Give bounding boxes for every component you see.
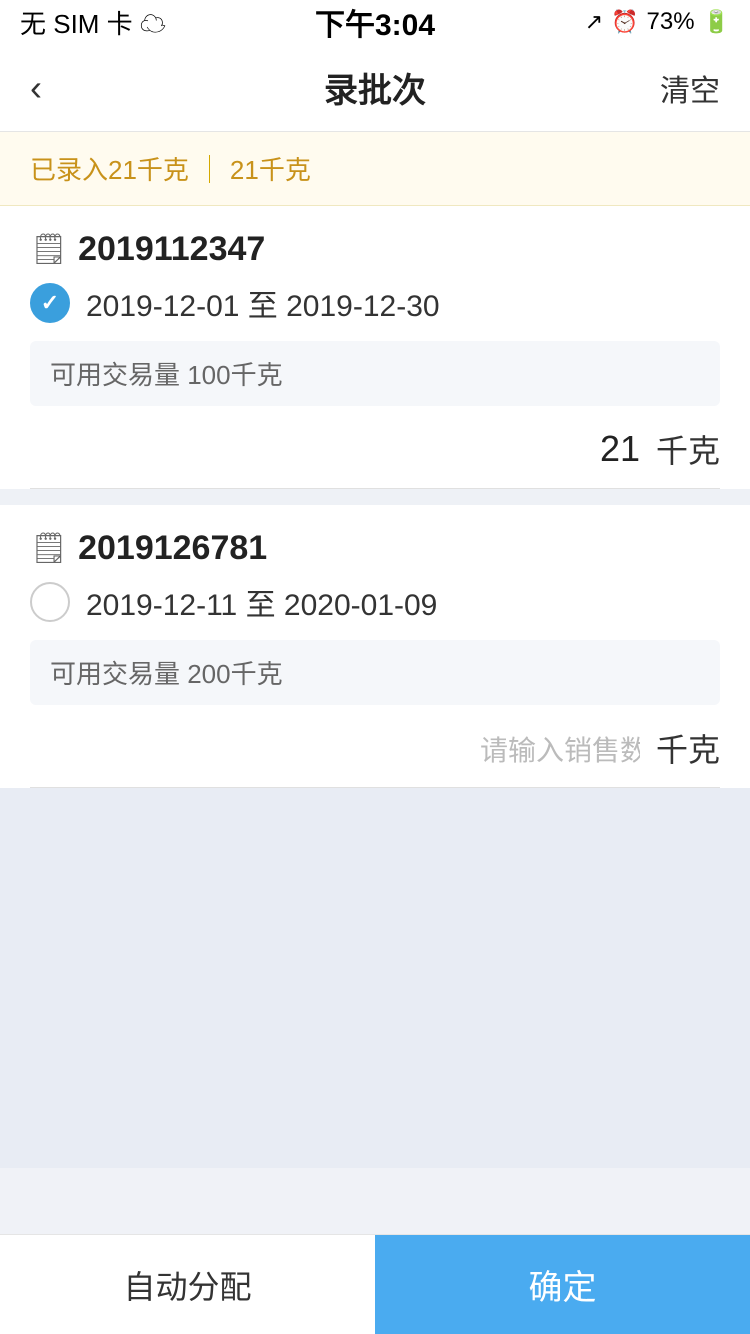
unit-label-2: 千克 xyxy=(656,725,720,771)
auto-distribute-button[interactable]: 自动分配 xyxy=(0,1235,375,1334)
info-divider xyxy=(209,155,210,183)
battery-label: 73% xyxy=(647,8,695,36)
doc-icon-1: 🗒 xyxy=(30,232,68,267)
info-banner: 已录入21千克 21千克 xyxy=(0,132,750,206)
batch-id-1: 2019112347 xyxy=(78,230,265,269)
batch-input-row-2: 千克 xyxy=(30,705,720,787)
battery-icon: 🔋 xyxy=(703,9,730,35)
batch-id-2: 2019126781 xyxy=(78,529,267,568)
footer: 自动分配 确定 xyxy=(0,1234,750,1334)
confirm-button[interactable]: 确定 xyxy=(375,1235,750,1334)
batch-header-2: 🗒 2019126781 xyxy=(30,529,720,568)
info-total: 21千克 xyxy=(230,150,311,187)
nav-bar: ‹ 录批次 清空 xyxy=(0,44,750,132)
radio-1[interactable] xyxy=(30,283,70,323)
batch-avail-2: 可用交易量 200千克 xyxy=(30,640,720,705)
batch-item-1: 🗒 2019112347 2019-12-01 至 2019-12-30 可用交… xyxy=(0,206,750,489)
batch-header-1: 🗒 2019112347 xyxy=(30,230,720,269)
content-wrap: 🗒 2019112347 2019-12-01 至 2019-12-30 可用交… xyxy=(0,206,750,1268)
alarm-icon: ⏰ xyxy=(611,9,638,35)
batch-date-2: 2019-12-11 至 2020-01-09 xyxy=(86,580,437,624)
batch-avail-1: 可用交易量 100千克 xyxy=(30,341,720,406)
batch-date-row-1: 2019-12-01 至 2019-12-30 xyxy=(30,281,720,325)
status-bar: 无 SIM 卡 ☁ 下午3:04 ↗ ⏰ 73% 🔋 xyxy=(0,0,750,44)
status-left: 无 SIM 卡 ☁ xyxy=(20,4,166,41)
radio-2[interactable] xyxy=(30,582,70,622)
batch-item-2: 🗒 2019126781 2019-12-11 至 2020-01-09 可用交… xyxy=(0,505,750,788)
batch-quantity-input-1[interactable] xyxy=(480,428,640,470)
sim-label: 无 SIM 卡 ☁ xyxy=(20,4,166,41)
location-icon: ↗ xyxy=(585,9,603,35)
clear-button[interactable]: 清空 xyxy=(660,66,720,110)
batch-date-row-2: 2019-12-11 至 2020-01-09 xyxy=(30,580,720,624)
doc-icon-2: 🗒 xyxy=(30,531,68,566)
status-time: 下午3:04 xyxy=(315,0,435,44)
batch-date-1: 2019-12-01 至 2019-12-30 xyxy=(86,281,440,325)
back-button[interactable]: ‹ xyxy=(30,67,42,109)
batch-input-row-1: 千克 xyxy=(30,406,720,488)
section-sep-1 xyxy=(0,489,750,505)
status-right: ↗ ⏰ 73% 🔋 xyxy=(585,8,730,36)
page-title: 录批次 xyxy=(324,63,426,112)
unit-label-1: 千克 xyxy=(656,426,720,472)
bottom-space xyxy=(0,788,750,1168)
batch-quantity-input-2[interactable] xyxy=(480,727,640,769)
info-entered: 已录入21千克 xyxy=(30,150,189,187)
